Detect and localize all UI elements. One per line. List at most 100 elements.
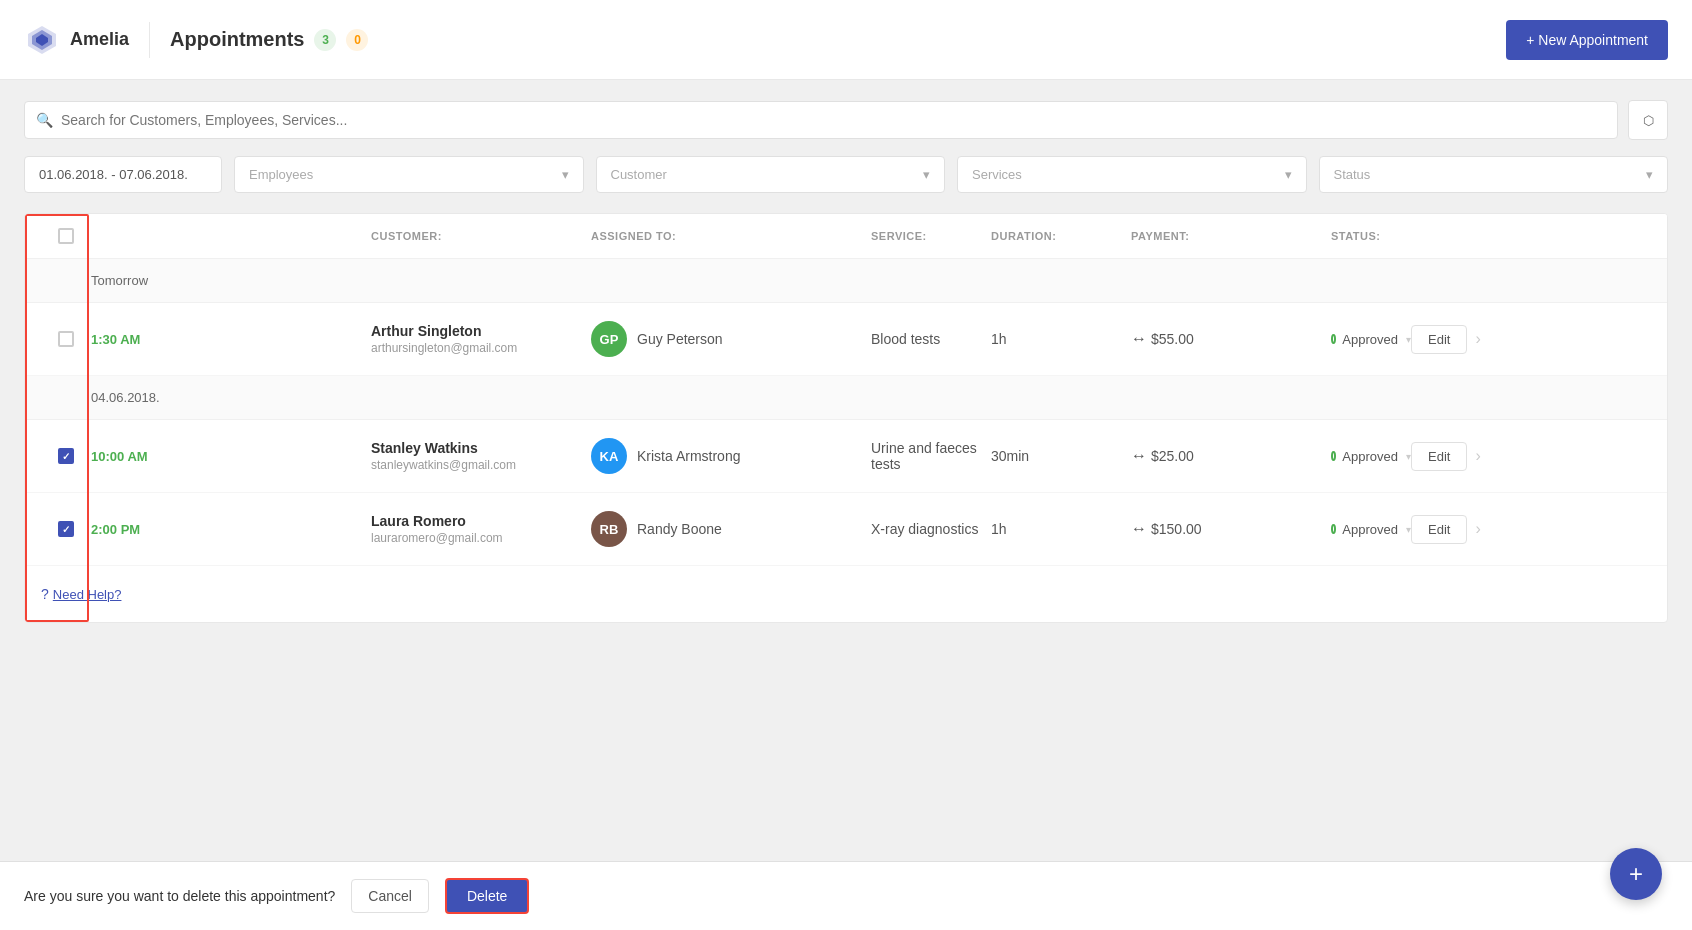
row-employee: KA Krista Armstrong bbox=[591, 438, 871, 474]
header-status-cell: STATUS: bbox=[1331, 230, 1411, 242]
row-service: Urine and faeces tests bbox=[871, 440, 991, 472]
employee-avatar: KA bbox=[591, 438, 627, 474]
new-appointment-button[interactable]: + New Appointment bbox=[1506, 20, 1668, 60]
header-title-area: Appointments 3 0 bbox=[150, 28, 1506, 51]
customer-email: arthursingleton@gmail.com bbox=[371, 341, 591, 355]
row-actions: Edit › bbox=[1411, 442, 1451, 471]
header-duration-cell: DURATION: bbox=[991, 230, 1131, 242]
row-duration: 1h bbox=[991, 521, 1131, 537]
row-duration: 30min bbox=[991, 448, 1131, 464]
employee-name: Krista Armstrong bbox=[637, 448, 740, 464]
row-actions: Edit › bbox=[1411, 325, 1451, 354]
search-input-wrap: 🔍 bbox=[24, 101, 1618, 139]
status-text: Approved bbox=[1342, 522, 1398, 537]
logo-icon bbox=[24, 22, 60, 58]
need-help-text[interactable]: Need Help? bbox=[53, 587, 122, 602]
edit-button[interactable]: Edit bbox=[1411, 515, 1467, 544]
table-row: 1:30 AM Arthur Singleton arthursingleton… bbox=[25, 303, 1667, 376]
row-checkbox[interactable] bbox=[58, 521, 74, 537]
search-area: 🔍 ⬡ bbox=[24, 100, 1668, 140]
row-checkbox[interactable] bbox=[58, 331, 74, 347]
header-customer-cell: CUSTOMER: bbox=[371, 230, 591, 242]
table-body: Tomorrow 1:30 AM Arthur Singleton arthur… bbox=[25, 259, 1667, 566]
row-service: X-ray diagnostics bbox=[871, 521, 991, 537]
row-employee: RB Randy Boone bbox=[591, 511, 871, 547]
status-text: Approved bbox=[1342, 449, 1398, 464]
row-time: 1:30 AM bbox=[91, 332, 371, 347]
appointments-table: CUSTOMER: ASSIGNED TO: SERVICE: DURATION… bbox=[24, 213, 1668, 623]
export-icon: ⬡ bbox=[1643, 113, 1654, 128]
app-header: Amelia Appointments 3 0 + New Appointmen… bbox=[0, 0, 1692, 80]
page-title: Appointments bbox=[170, 28, 304, 51]
row-status: Approved ▾ bbox=[1331, 332, 1411, 347]
status-text: Approved bbox=[1342, 332, 1398, 347]
help-icon: ? bbox=[41, 586, 49, 602]
employees-chevron-icon: ▾ bbox=[562, 167, 569, 182]
table-row: 2:00 PM Laura Romero lauraromero@gmail.c… bbox=[25, 493, 1667, 566]
search-input[interactable] bbox=[24, 101, 1618, 139]
row-expand-icon[interactable]: › bbox=[1475, 520, 1480, 538]
payment-amount: $150.00 bbox=[1151, 521, 1202, 537]
date-group-header: 04.06.2018. bbox=[25, 376, 1667, 420]
header-checkbox-cell bbox=[41, 228, 91, 244]
row-customer: Laura Romero lauraromero@gmail.com bbox=[371, 513, 591, 545]
services-chevron-icon: ▾ bbox=[1285, 167, 1292, 182]
row-checkbox-cell bbox=[41, 448, 91, 464]
customer-filter[interactable]: Customer ▾ bbox=[596, 156, 946, 193]
main-content: 🔍 ⬡ Employees ▾ Customer ▾ Services ▾ St… bbox=[0, 80, 1692, 643]
row-payment: ↔ $150.00 bbox=[1131, 520, 1331, 538]
payment-amount: $55.00 bbox=[1151, 331, 1194, 347]
header-checkbox[interactable] bbox=[58, 228, 74, 244]
row-actions: Edit › bbox=[1411, 515, 1451, 544]
row-duration: 1h bbox=[991, 331, 1131, 347]
search-icon: 🔍 bbox=[36, 112, 53, 128]
date-range-filter[interactable] bbox=[24, 156, 222, 193]
row-status: Approved ▾ bbox=[1331, 522, 1411, 537]
row-employee: GP Guy Peterson bbox=[591, 321, 871, 357]
status-dot bbox=[1331, 451, 1336, 461]
logo-text: Amelia bbox=[70, 29, 129, 50]
row-status: Approved ▾ bbox=[1331, 449, 1411, 464]
badge-orange: 0 bbox=[346, 29, 368, 51]
row-customer: Arthur Singleton arthursingleton@gmail.c… bbox=[371, 323, 591, 355]
row-time: 2:00 PM bbox=[91, 522, 371, 537]
row-payment: ↔ $25.00 bbox=[1131, 447, 1331, 465]
need-help-section: ? Need Help? bbox=[25, 566, 1667, 622]
customer-email: lauraromero@gmail.com bbox=[371, 531, 591, 545]
customer-email: stanleywatkins@gmail.com bbox=[371, 458, 591, 472]
services-filter-label: Services bbox=[972, 167, 1022, 182]
status-filter[interactable]: Status ▾ bbox=[1319, 156, 1669, 193]
status-chevron-icon: ▾ bbox=[1646, 167, 1653, 182]
row-checkbox-cell bbox=[41, 331, 91, 347]
status-dot bbox=[1331, 524, 1336, 534]
header-payment-cell: PAYMENT: bbox=[1131, 230, 1331, 242]
table-header: CUSTOMER: ASSIGNED TO: SERVICE: DURATION… bbox=[25, 214, 1667, 259]
logo-area: Amelia bbox=[24, 22, 150, 58]
employees-filter[interactable]: Employees ▾ bbox=[234, 156, 584, 193]
header-assigned-cell: ASSIGNED TO: bbox=[591, 230, 871, 242]
row-payment: ↔ $55.00 bbox=[1131, 330, 1331, 348]
payment-amount: $25.00 bbox=[1151, 448, 1194, 464]
edit-button[interactable]: Edit bbox=[1411, 325, 1467, 354]
status-filter-label: Status bbox=[1334, 167, 1371, 182]
status-dot bbox=[1331, 334, 1336, 344]
table-row: 10:00 AM Stanley Watkins stanleywatkins@… bbox=[25, 420, 1667, 493]
services-filter[interactable]: Services ▾ bbox=[957, 156, 1307, 193]
date-group-header: Tomorrow bbox=[25, 259, 1667, 303]
row-checkbox-cell bbox=[41, 521, 91, 537]
row-customer: Stanley Watkins stanleywatkins@gmail.com bbox=[371, 440, 591, 472]
row-expand-icon[interactable]: › bbox=[1475, 447, 1480, 465]
employees-filter-label: Employees bbox=[249, 167, 313, 182]
customer-name: Laura Romero bbox=[371, 513, 591, 529]
row-checkbox[interactable] bbox=[58, 448, 74, 464]
row-expand-icon[interactable]: › bbox=[1475, 330, 1480, 348]
customer-filter-label: Customer bbox=[611, 167, 667, 182]
export-button[interactable]: ⬡ bbox=[1628, 100, 1668, 140]
payment-icon: ↔ bbox=[1131, 520, 1147, 538]
employee-name: Guy Peterson bbox=[637, 331, 723, 347]
customer-name: Stanley Watkins bbox=[371, 440, 591, 456]
edit-button[interactable]: Edit bbox=[1411, 442, 1467, 471]
row-service: Blood tests bbox=[871, 331, 991, 347]
header-service-cell: SERVICE: bbox=[871, 230, 991, 242]
employee-avatar: RB bbox=[591, 511, 627, 547]
